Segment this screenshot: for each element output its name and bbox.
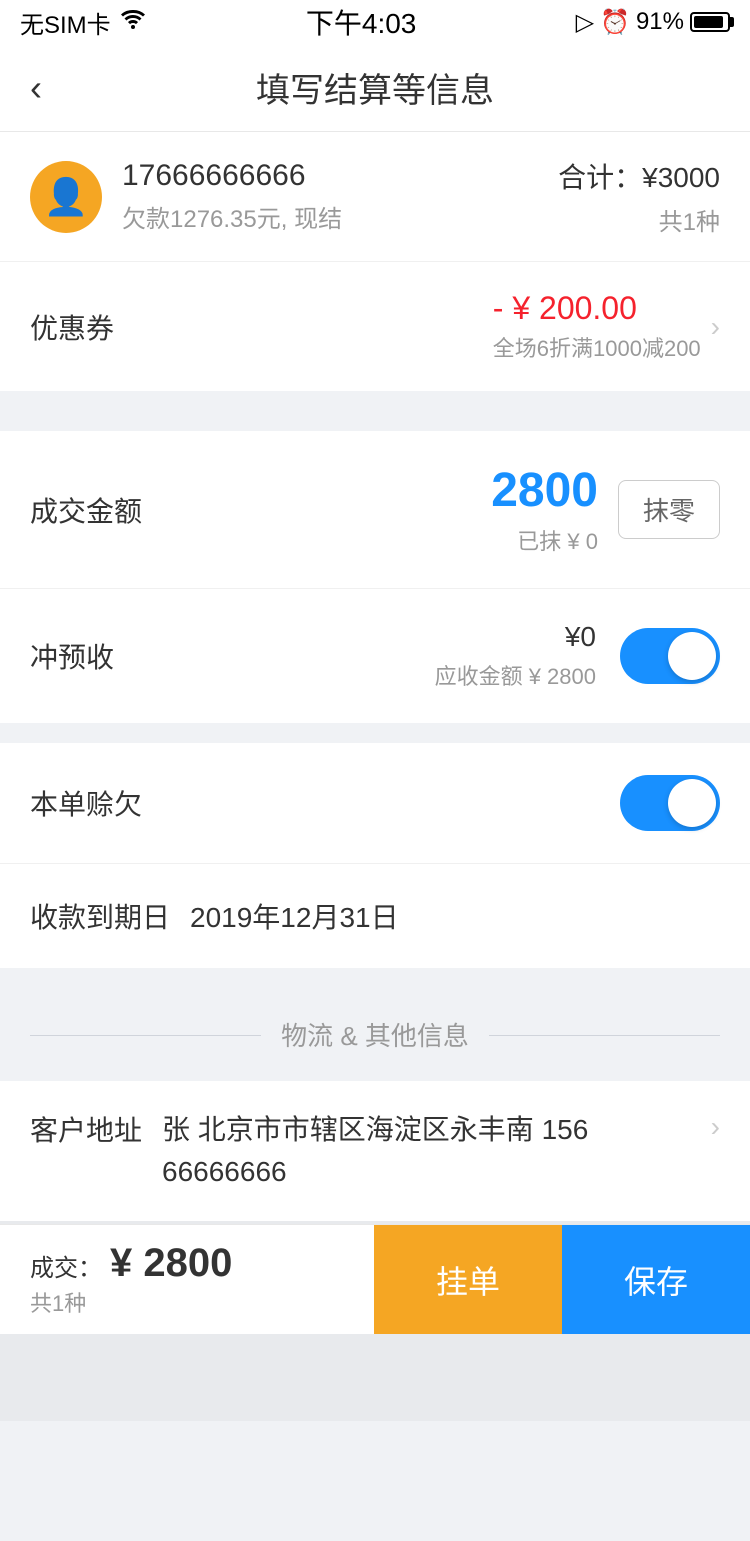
battery-percent: 91% <box>636 8 684 36</box>
location-icon: ▷ <box>576 8 594 37</box>
status-right: ▷ ⏰ 91% <box>576 8 730 37</box>
total-amount: 合计：¥3000 <box>558 156 720 196</box>
section-divider-3 <box>0 968 750 988</box>
status-bar: 无SIM卡 下午4:03 ▷ ⏰ 91% <box>0 0 750 44</box>
customer-left: 👤 17666666666 欠款1276.35元, 现结 <box>30 159 342 234</box>
prepayment-amount: ¥0 <box>565 621 596 653</box>
customer-phone: 17666666666 <box>122 159 342 193</box>
prepayment-receivable: 应收金额 ¥ 2800 <box>435 659 596 691</box>
coupon-right: - ¥ 200.00 全场6折满1000减200 › <box>493 290 720 363</box>
chevron-right-icon: › <box>711 311 720 343</box>
summary-label: 成交： <box>30 1248 102 1283</box>
coupon-label: 优惠券 <box>30 307 114 347</box>
carrier-text: 无SIM卡 <box>20 5 111 40</box>
coupon-row[interactable]: 优惠券 - ¥ 200.00 全场6折满1000减200 › <box>0 261 750 391</box>
bottom-summary: 成交： ¥ 2800 共1种 <box>0 1225 374 1334</box>
prepayment-right-group: ¥0 应收金额 ¥ 2800 <box>435 621 596 691</box>
transaction-right: 2800 已抹 ¥ 0 抹零 <box>491 463 720 556</box>
toggle-knob <box>668 632 716 680</box>
logistics-header-text: 物流 & 其他信息 <box>261 1016 489 1053</box>
avatar: 👤 <box>30 161 102 233</box>
transaction-label: 成交金额 <box>30 490 142 530</box>
transaction-sub: 已抹 ¥ 0 <box>491 524 598 556</box>
customer-info: 17666666666 欠款1276.35元, 现结 <box>122 159 342 234</box>
due-date-row: 收款到期日 2019年12月31日 <box>0 863 750 968</box>
prepayment-row: 冲预收 ¥0 应收金额 ¥ 2800 <box>0 588 750 723</box>
bottom-bar: 成交： ¥ 2800 共1种 挂单 保存 <box>0 1224 750 1334</box>
coupon-desc: 全场6折满1000减200 <box>493 331 701 363</box>
section-divider-1 <box>0 411 750 431</box>
total-count: 共1种 <box>558 202 720 237</box>
address-row[interactable]: 客户地址 张 北京市市辖区海淀区永丰南 156 66666666 › <box>0 1081 750 1221</box>
summary-count: 共1种 <box>30 1286 344 1318</box>
save-button[interactable]: 保存 <box>562 1225 750 1334</box>
wifi-icon <box>119 8 147 36</box>
address-chevron-icon: › <box>711 1111 720 1143</box>
coupon-discount: - ¥ 200.00 <box>493 290 701 327</box>
prepayment-label: 冲预收 <box>30 636 114 676</box>
debt-label: 本单赊欠 <box>30 783 142 823</box>
amount-section: 成交金额 2800 已抹 ¥ 0 抹零 <box>0 431 750 588</box>
coupon-info: - ¥ 200.00 全场6折满1000减200 <box>493 290 701 363</box>
customer-total: 合计：¥3000 共1种 <box>558 156 720 237</box>
transaction-value-group: 2800 已抹 ¥ 0 <box>491 463 598 556</box>
round-button[interactable]: 抹零 <box>618 480 720 539</box>
status-left: 无SIM卡 <box>20 5 147 40</box>
due-date-label: 收款到期日 <box>30 896 170 936</box>
page-title: 填写结算等信息 <box>256 63 494 112</box>
logistics-header: 物流 & 其他信息 <box>0 988 750 1081</box>
debt-toggle[interactable] <box>620 775 720 831</box>
summary-amount: ¥ 2800 <box>110 1241 232 1286</box>
transaction-amount-row: 成交金额 2800 已抹 ¥ 0 抹零 <box>30 431 720 588</box>
hang-button[interactable]: 挂单 <box>374 1225 562 1334</box>
transaction-value: 2800 <box>491 463 598 518</box>
alarm-icon: ⏰ <box>600 8 630 37</box>
status-time: 下午4:03 <box>306 2 417 42</box>
customer-row: 👤 17666666666 欠款1276.35元, 现结 合计：¥3000 共1… <box>0 132 750 261</box>
section-divider-2 <box>0 723 750 743</box>
debt-toggle-knob <box>668 779 716 827</box>
nav-bar: ‹ 填写结算等信息 <box>0 44 750 132</box>
customer-card: 👤 17666666666 欠款1276.35元, 现结 合计：¥3000 共1… <box>0 132 750 391</box>
debt-row: 本单赊欠 <box>0 743 750 863</box>
address-value: 张 北京市市辖区海淀区永丰南 156 66666666 <box>162 1109 691 1193</box>
customer-debt: 欠款1276.35元, 现结 <box>122 199 342 234</box>
address-label: 客户地址 <box>30 1109 142 1149</box>
back-button[interactable]: ‹ <box>30 67 42 109</box>
battery-icon <box>690 12 730 32</box>
due-date-value: 2019年12月31日 <box>190 896 399 936</box>
prepayment-toggle[interactable] <box>620 628 720 684</box>
